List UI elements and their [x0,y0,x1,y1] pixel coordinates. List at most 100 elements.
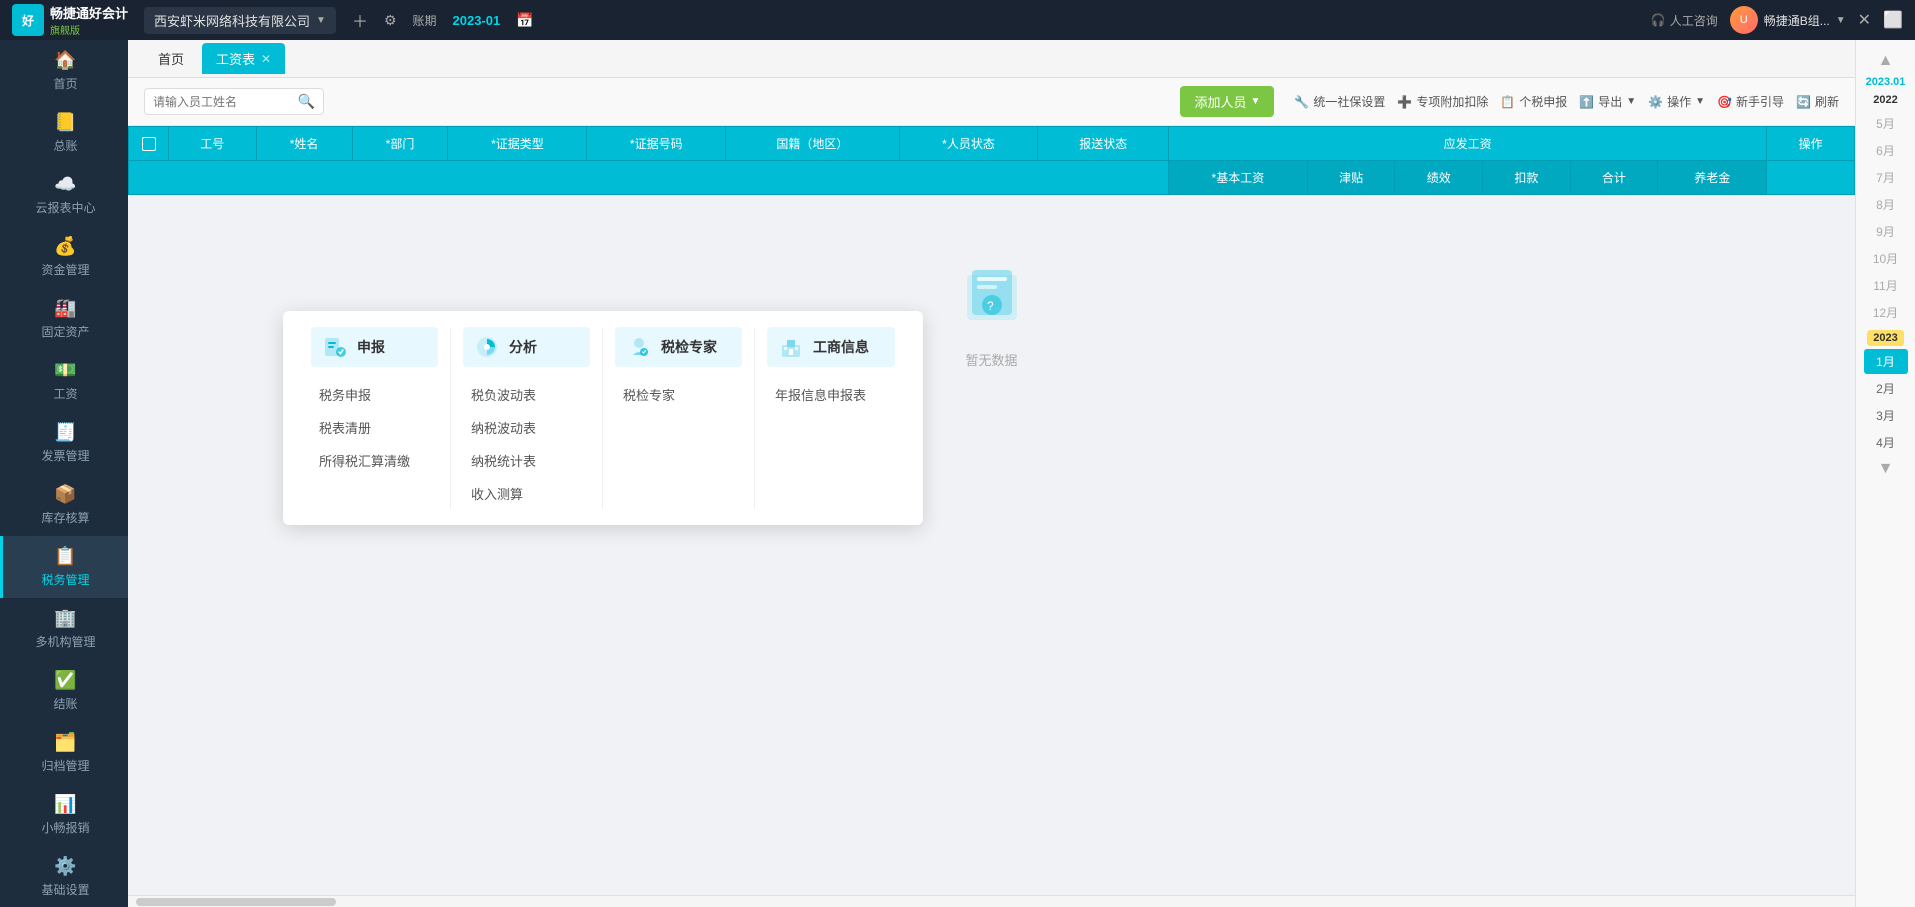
sidebar-item-settle[interactable]: ✅ 结账 [0,660,128,722]
calendar-icon[interactable]: 📅 [516,12,533,29]
month-8-prev[interactable]: 8月 [1864,192,1908,217]
month-1-current[interactable]: 1月 [1864,349,1908,374]
th-allowance: 津贴 [1307,161,1395,195]
sidebar-item-assets[interactable]: 🏭 固定资产 [0,288,128,350]
th-spacer [129,161,1169,195]
service-label: 人工咨询 [1670,12,1718,29]
menu-item-tax-declare[interactable]: 税务申报 [311,379,438,410]
company-selector[interactable]: 西安虾米网络科技有限公司 ▼ [144,7,336,34]
panel-down-nav[interactable]: ▼ [1874,456,1898,482]
user-dropdown-arrow: ▼ [1836,15,1846,26]
th-operate: 操作 [1767,127,1855,161]
content-area: 首页 工资表 ✕ 🔍 添加人员 ▼ 🔧 统一社保设置 [128,40,1855,907]
tab-salary-table[interactable]: 工资表 ✕ [202,43,285,74]
cloud-icon: ☁️ [54,174,76,195]
menu-item-tax-expert[interactable]: 税检专家 [615,379,742,410]
sidebar-item-cloud[interactable]: ☁️ 云报表中心 [0,164,128,226]
operate-btn[interactable]: ⚙️ 操作 ▼ [1648,93,1705,110]
sidebar-item-multi[interactable]: 🏢 多机构管理 [0,598,128,660]
user-info-text: 畅捷通B组... [1764,12,1830,29]
archive-icon: 🗂️ [54,732,76,753]
month-7-prev[interactable]: 7月 [1864,165,1908,190]
settings-icon[interactable]: ⚙ [384,12,397,29]
tab-home[interactable]: 首页 [144,43,198,74]
month-9-prev[interactable]: 9月 [1864,219,1908,244]
section-tax-expert: 税检专家 税检专家 [603,327,755,509]
th-operate2 [1767,161,1855,195]
gongshang-items: 年报信息申报表 [767,379,895,410]
sidebar-label-invoice: 发票管理 [41,447,89,464]
scroll-thumb[interactable] [136,898,336,906]
month-3-current[interactable]: 3月 [1864,403,1908,428]
sidebar-label-home: 首页 [53,75,77,92]
guide-btn[interactable]: 🎯 新手引导 [1717,93,1784,110]
th-person-status[interactable]: *人员状态 [899,127,1038,161]
refresh-btn[interactable]: 🔄 刷新 [1796,93,1839,110]
menu-item-tax-list[interactable]: 税表清册 [311,412,438,443]
export-btn[interactable]: ⬆️ 导出 ▼ [1579,93,1636,110]
month-12-prev[interactable]: 12月 [1864,300,1908,325]
service-btn[interactable]: 🎧 人工咨询 [1651,12,1718,29]
ledger-icon: 📒 [54,112,76,133]
table-container: 工号 *姓名 *部门 *证据类型 *证据号码 国籍（地区） *人员状态 报送状态… [128,126,1855,907]
month-6-prev[interactable]: 6月 [1864,138,1908,163]
tax-dropdown-menu: 申报 税务申报 税表清册 所得税汇算清缴 [283,311,923,525]
assets-icon: 🏭 [54,298,76,319]
month-4-current[interactable]: 4月 [1864,430,1908,455]
th-cert-no: *证据号码 [587,127,726,161]
user-area[interactable]: U 畅捷通B组... ▼ [1730,6,1846,34]
tab-close-icon[interactable]: ✕ [261,52,271,66]
horizontal-scrollbar[interactable] [128,895,1855,907]
tab-salary-label: 工资表 [216,49,255,68]
sidebar-label-cloud: 云报表中心 [35,199,95,216]
sidebar-item-tax[interactable]: 📋 税务管理 [0,536,128,598]
sidebar-item-inventory[interactable]: 📦 库存核算 [0,474,128,536]
period-value[interactable]: 2023-01 [453,13,501,28]
special-deduct-btn[interactable]: ➕ 专项附加扣除 [1397,93,1488,110]
sidebar-label-funds: 资金管理 [41,261,89,278]
section-fenxi: 分析 税负波动表 纳税波动表 纳税统计表 [451,327,603,509]
close-btn[interactable]: ✕ [1858,10,1871,30]
top-bar-right: 🎧 人工咨询 U 畅捷通B组... ▼ ✕ ⬜ [1651,6,1903,34]
menu-item-income-estimate[interactable]: 收入测算 [463,478,590,509]
sidebar-item-invoice[interactable]: 🧾 发票管理 [0,412,128,474]
panel-up-nav[interactable]: ▲ [1874,48,1898,74]
add-company-icon[interactable]: ＋ [352,8,368,32]
toolbar: 🔍 添加人员 ▼ 🔧 统一社保设置 ➕ 专项附加扣除 📋 个税申报 [128,78,1855,126]
sidebar-item-home[interactable]: 🏠 首页 [0,40,128,102]
sidebar: 🏠 首页 📒 总账 ☁️ 云报表中心 💰 资金管理 🏭 固定资产 💵 工资 🧾 … [0,40,128,907]
tax-expert-title: 税检专家 [661,337,717,357]
sidebar-item-report[interactable]: 📊 小畅报销 [0,784,128,846]
search-icon[interactable]: 🔍 [298,93,315,110]
th-checkbox[interactable] [129,127,169,161]
home-icon: 🏠 [54,50,76,71]
maximize-icon[interactable]: ⬜ [1883,10,1903,30]
shenbo-title: 申报 [357,337,385,357]
th-salary-group: 应发工资 [1168,127,1766,161]
sidebar-item-salary[interactable]: 💵 工资 [0,350,128,412]
menu-item-tax-burden[interactable]: 税负波动表 [463,379,590,410]
social-insurance-btn[interactable]: 🔧 统一社保设置 [1294,93,1385,110]
month-11-prev[interactable]: 11月 [1864,273,1908,298]
month-10-prev[interactable]: 10月 [1864,246,1908,271]
sidebar-label-assets: 固定资产 [41,323,89,340]
guide-toolbar-icon: 🎯 [1717,95,1732,109]
prev-year-label: 2022 [1873,94,1897,106]
select-all-checkbox[interactable] [142,137,156,151]
month-5-prev[interactable]: 5月 [1864,111,1908,136]
sidebar-item-archive[interactable]: 🗂️ 归档管理 [0,722,128,784]
sidebar-item-settings[interactable]: ⚙️ 基础设置 [0,846,128,907]
menu-item-annual-tax[interactable]: 所得税汇算清缴 [311,445,438,476]
search-input[interactable] [153,95,292,109]
menu-item-annual-report[interactable]: 年报信息申报表 [767,379,895,410]
sidebar-item-funds[interactable]: 💰 资金管理 [0,226,128,288]
personal-tax-btn[interactable]: 📋 个税申报 [1500,93,1567,110]
search-input-wrap[interactable]: 🔍 [144,88,324,115]
tab-home-label: 首页 [158,49,184,68]
sidebar-item-ledger[interactable]: 📒 总账 [0,102,128,164]
add-employee-btn[interactable]: 添加人员 ▼ [1180,86,1274,117]
menu-item-tax-wave[interactable]: 纳税波动表 [463,412,590,443]
menu-item-tax-stat[interactable]: 纳税统计表 [463,445,590,476]
month-2-current[interactable]: 2月 [1864,376,1908,401]
th-submit-status[interactable]: 报送状态 [1038,127,1169,161]
